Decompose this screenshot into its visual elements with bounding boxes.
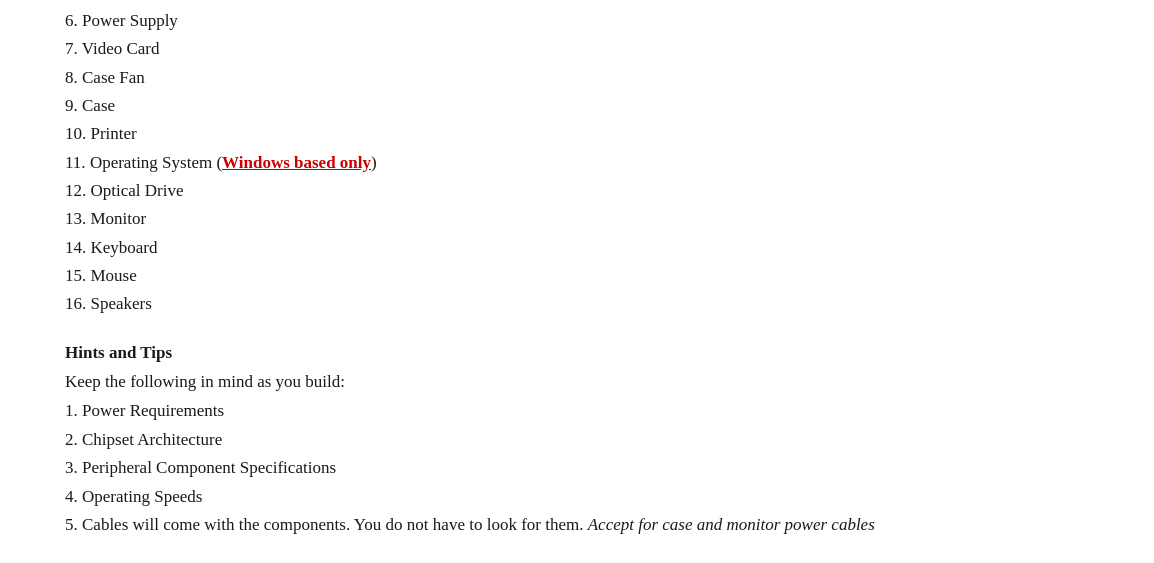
item-number: 12. (65, 181, 91, 200)
hints-item-cables: 5. Cables will come with the components.… (65, 512, 1089, 538)
item-number: 14. (65, 238, 91, 257)
hints-intro: Keep the following in mind as you build: (65, 369, 1089, 395)
hints-section: Hints and Tips Keep the following in min… (65, 340, 1089, 538)
item-text: Monitor (91, 209, 147, 228)
hints-item-text-before: Cables will come with the components. Yo… (82, 515, 588, 534)
item-text: Optical Drive (91, 181, 184, 200)
list-item: 7. Video Card (65, 36, 1089, 62)
list-item: 10. Printer (65, 121, 1089, 147)
item-text-after: ) (371, 153, 377, 172)
list-item: 15. Mouse (65, 263, 1089, 289)
page-container: 6. Power Supply 7. Video Card 8. Case Fa… (0, 0, 1154, 563)
item-text: Mouse (91, 266, 137, 285)
hints-title: Hints and Tips (65, 340, 1089, 366)
list-item: 12. Optical Drive (65, 178, 1089, 204)
item-text: Printer (91, 124, 137, 143)
list-item: 14. Keyboard (65, 235, 1089, 261)
hints-item-number: 3. (65, 458, 82, 477)
hints-item-number: 5. (65, 515, 82, 534)
item-text: Video Card (82, 39, 160, 58)
item-number: 11. (65, 153, 90, 172)
list-item: 8. Case Fan (65, 65, 1089, 91)
hints-item-text: Power Requirements (82, 401, 224, 420)
item-number: 8. (65, 68, 82, 87)
hints-item: 2. Chipset Architecture (65, 427, 1089, 453)
hints-item-text: Peripheral Component Specifications (82, 458, 336, 477)
item-number: 9. (65, 96, 82, 115)
item-text: Keyboard (91, 238, 158, 257)
hints-list: 1. Power Requirements 2. Chipset Archite… (65, 398, 1089, 538)
list-item: 6. Power Supply (65, 8, 1089, 34)
item-text: Power Supply (82, 11, 178, 30)
hints-item-number: 2. (65, 430, 82, 449)
component-list: 6. Power Supply 7. Video Card 8. Case Fa… (65, 8, 1089, 318)
item-text: Speakers (91, 294, 152, 313)
list-item: 9. Case (65, 93, 1089, 119)
item-text-before: Operating System ( (90, 153, 222, 172)
item-number: 13. (65, 209, 91, 228)
hints-item-number: 1. (65, 401, 82, 420)
hints-item-text: Chipset Architecture (82, 430, 222, 449)
item-text: Case Fan (82, 68, 145, 87)
item-number: 7. (65, 39, 82, 58)
windows-highlight: Windows based only (222, 153, 371, 172)
hints-item-text: Operating Speeds (82, 487, 202, 506)
item-number: 10. (65, 124, 91, 143)
list-item-os: 11. Operating System (Windows based only… (65, 150, 1089, 176)
hints-item-italic: Accept for case and monitor power cables (588, 515, 875, 534)
list-item: 13. Monitor (65, 206, 1089, 232)
item-number: 15. (65, 266, 91, 285)
hints-item: 1. Power Requirements (65, 398, 1089, 424)
list-item: 16. Speakers (65, 291, 1089, 317)
item-number: 16. (65, 294, 91, 313)
hints-item: 3. Peripheral Component Specifications (65, 455, 1089, 481)
item-text: Case (82, 96, 115, 115)
hints-item-number: 4. (65, 487, 82, 506)
item-number: 6. (65, 11, 82, 30)
hints-item: 4. Operating Speeds (65, 484, 1089, 510)
